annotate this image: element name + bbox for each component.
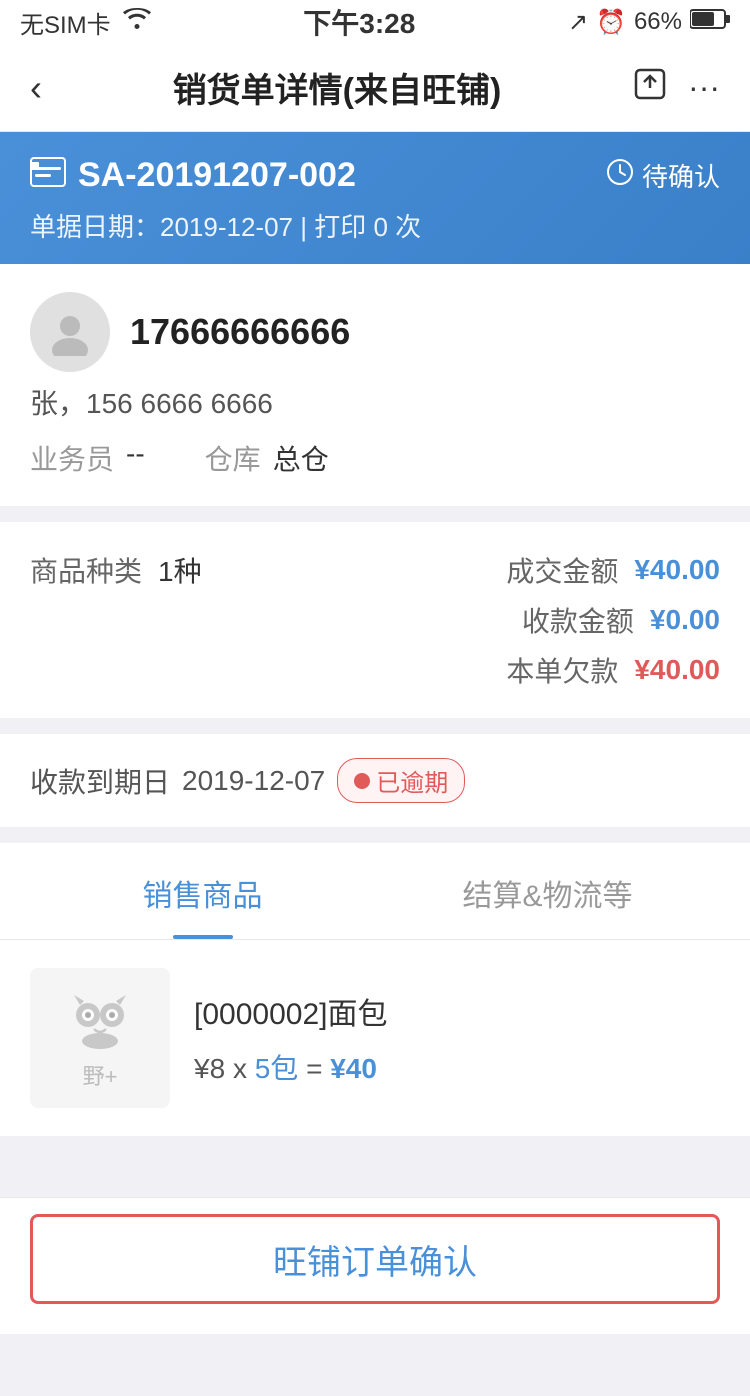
status-bar-right: ↗ ⏰ 66%	[568, 8, 730, 37]
tabs-bar: 销售商品 结算&物流等	[0, 843, 750, 940]
tab-sales-product[interactable]: 销售商品	[30, 843, 375, 939]
order-icon	[30, 157, 66, 195]
order-status: 待确认	[606, 157, 720, 194]
order-date: 单据日期：2019-12-07	[30, 212, 293, 242]
order-header: SA-20191207-002 待确认 单据日期：2019-12-07 | 打印…	[0, 132, 750, 264]
customer-row: 17666666666	[30, 292, 720, 372]
more-button[interactable]: ···	[688, 69, 720, 106]
amount-row: 成交金额 ¥40.00	[506, 550, 720, 590]
sales-value: --	[126, 438, 145, 478]
product-quantity: 5包	[255, 1053, 299, 1084]
warehouse-label: 仓库	[205, 438, 261, 478]
order-meta: 单据日期：2019-12-07 | 打印 0 次	[30, 207, 720, 244]
product-name: [0000002]面包	[194, 989, 720, 1033]
owe-label: 本单欠款	[506, 650, 618, 690]
due-date-section: 收款到期日 2019-12-07 已逾期	[0, 734, 750, 827]
product-price-row: ¥8 x 5包 = ¥40	[194, 1047, 720, 1087]
due-date: 2019-12-07	[182, 765, 325, 797]
received-row: 收款金额 ¥0.00	[522, 600, 720, 640]
overdue-dot-icon	[354, 773, 370, 789]
summary-left: 商品种类 1种	[30, 550, 202, 590]
battery-text: 66%	[634, 8, 682, 36]
location-icon: ↗	[568, 8, 588, 37]
status-bar-time: 下午3:28	[303, 2, 415, 42]
product-type-item: 商品种类 1种	[30, 550, 202, 590]
sales-detail: 业务员 --	[30, 438, 145, 478]
product-info: [0000002]面包 ¥8 x 5包 = ¥40	[194, 989, 720, 1087]
wifi-icon	[123, 8, 151, 37]
owe-value: ¥40.00	[634, 654, 720, 686]
product-thumbnail: 野+	[30, 968, 170, 1108]
clock-icon	[606, 158, 634, 193]
warehouse-detail: 仓库 总仓	[205, 438, 329, 478]
customer-details: 业务员 -- 仓库 总仓	[30, 438, 720, 478]
avatar	[30, 292, 110, 372]
alarm-icon: ⏰	[596, 8, 626, 37]
share-button[interactable]	[632, 66, 668, 110]
summary-section: 商品种类 1种 成交金额 ¥40.00 收款金额 ¥0.00 本单欠款 ¥40.…	[0, 522, 750, 718]
back-button[interactable]: ‹	[30, 67, 42, 109]
order-id: SA-20191207-002	[78, 156, 356, 195]
nav-actions: ···	[632, 66, 720, 110]
page-title: 销货单详情(来自旺铺)	[173, 63, 502, 112]
bottom-bar: 旺铺订单确认	[0, 1197, 750, 1334]
amount-value: ¥40.00	[634, 554, 720, 586]
amount-label: 成交金额	[506, 550, 618, 590]
product-image: 野+	[60, 985, 140, 1091]
carrier-text: 无SIM卡	[20, 5, 111, 40]
tab-settlement[interactable]: 结算&物流等	[375, 843, 720, 939]
received-value: ¥0.00	[650, 604, 720, 636]
status-bar-left: 无SIM卡	[20, 5, 151, 40]
customer-section: 17666666666 张，156 6666 6666 业务员 -- 仓库 总仓	[0, 264, 750, 506]
tabs-section: 销售商品 结算&物流等	[0, 843, 750, 1136]
product-unit-price: ¥8	[194, 1053, 225, 1084]
battery-icon	[690, 8, 730, 37]
print-count: 打印 0 次	[314, 212, 421, 242]
warehouse-value: 总仓	[273, 438, 329, 478]
owe-row: 本单欠款 ¥40.00	[506, 650, 720, 690]
product-section: 野+ [0000002]面包 ¥8 x 5包 = ¥40	[0, 940, 750, 1136]
nav-bar: ‹ 销货单详情(来自旺铺) ···	[0, 44, 750, 132]
overdue-text: 已逾期	[376, 763, 448, 798]
status-text: 待确认	[642, 157, 720, 194]
summary-right: 成交金额 ¥40.00 收款金额 ¥0.00 本单欠款 ¥40.00	[506, 550, 720, 690]
customer-phone: 17666666666	[130, 311, 350, 353]
status-bar: 无SIM卡 下午3:28 ↗ ⏰ 66%	[0, 0, 750, 44]
overdue-badge: 已逾期	[337, 758, 465, 803]
product-type-label: 商品种类	[30, 550, 142, 590]
product-item: 野+ [0000002]面包 ¥8 x 5包 = ¥40	[30, 968, 720, 1108]
sales-label: 业务员	[30, 438, 114, 478]
due-label: 收款到期日	[30, 761, 170, 801]
product-logo-text: 野+	[83, 1059, 118, 1091]
product-type-value: 1种	[158, 550, 202, 590]
received-label: 收款金额	[522, 600, 634, 640]
confirm-order-button[interactable]: 旺铺订单确认	[30, 1214, 720, 1304]
customer-name: 张，156 6666 6666	[30, 382, 720, 422]
product-total: ¥40	[330, 1053, 377, 1084]
